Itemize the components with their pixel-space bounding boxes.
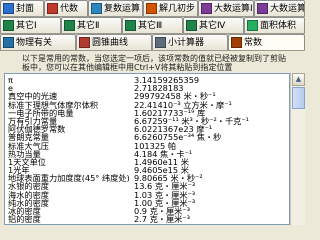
scroll-up-icon: ▲ [295,75,302,83]
complex-icon [91,3,102,14]
constant-name: 海水的密度 [8,190,49,199]
tab-area-volume[interactable]: 面积体积 [244,17,305,33]
constant-value: 6.0221367e23 摩⁻¹ [134,125,213,134]
info-line-2: 板中，您可以在其他编辑框中用Ctrl+V将其粘贴到指定位置 [22,63,233,72]
tab-row-function [0,37,305,53]
tab-label: 其它Ⅳ [199,20,226,31]
misc-icon [3,20,14,31]
constant-values-column: 3.14159265359 2.71828183 299792458 米・秒⁻¹ 22… [134,76,289,223]
tab-label: 代数 [60,3,79,14]
constant-name: 水银的密度 [8,182,49,191]
constant-value: 1.60217733⁻¹⁹ 库 [134,108,206,117]
info-text: 以下是常用的常数，当您选定一项后，该项常数的值就已经被复制到了剪贴 板中，您可以… [0,54,305,72]
constant-value: 6.6260755e⁻³⁴ 焦・秒 [134,133,222,142]
tab-label: 复数运算 [104,3,141,14]
misc4-icon [186,20,197,31]
constant-name: 铝的密度 [8,215,41,224]
constant-value: 299792458 米・秒⁻¹ [134,92,216,101]
constant-name: 万有引力常量 [8,116,58,126]
constant-value: 4.184 焦・卡⁻¹ [134,149,193,158]
constant-value: 1.03 克・厘米⁻³ [134,190,196,199]
tab-label: 其它Ⅲ [138,20,163,31]
constants-list[interactable]: π e 真空中的光速 标准下理想气体摩尔体积 一电子所带的电量 万有引力常量 阿伏伽德罗常数… [4,73,290,225]
constant-name: 阿伏伽德罗常数 [8,125,66,134]
constant-value: 3.14159265359 [134,76,200,85]
tab-label: 其它Ⅱ [77,20,100,31]
constant-value: 9.4605e15 米 [134,166,189,175]
constant-name: 普朗克常量 [8,133,49,142]
scrollbar[interactable]: ▲ [290,73,305,225]
scroll-up-button[interactable]: ▲ [292,73,305,86]
constant-name: 1天文单位 [8,157,46,167]
constant-value: 2.7 克・厘米⁻³ [134,215,190,224]
constant-name: 热功当量 [8,149,41,158]
tab-misc-3[interactable]: 其它Ⅲ [122,17,183,33]
misc3-icon [125,20,136,31]
algebra-icon [47,3,58,14]
tab-analytic-geometry[interactable]: 解几初步 [143,0,198,16]
tab-label: 面积体积 [260,20,297,31]
constant-name: 标准下理想气体摩尔体积 [8,100,99,109]
tab-misc-1[interactable]: 其它Ⅰ [0,17,61,33]
tab-bignum-1[interactable]: 大数运算Ⅰ [198,0,254,16]
info-line-1: 以下是常用的常数，当您选定一项后，该项常数的值就已经被复制到了剪贴 [22,54,286,63]
constant-value: 6.67259⁻¹¹ 米³・秒⁻²・千克⁻¹ [134,116,249,126]
misc2-icon [64,20,75,31]
tab-cover[interactable]: 封面 [0,0,44,16]
constant-value: 2.71828183 [134,84,184,93]
constant-name: e [8,84,14,93]
tab-misc-4[interactable]: 其它Ⅳ [183,17,244,33]
tab-label: 封面 [16,3,35,14]
constant-name: 一电子所带的电量 [8,108,74,117]
tab-label: 其它Ⅰ [16,20,37,31]
constant-name: 1光年 [8,166,30,175]
tab-label: 解几初步 [159,3,196,14]
geometry-icon [146,3,157,14]
tab-complex[interactable]: 复数运算 [88,0,143,16]
tab-misc-2[interactable]: 其它Ⅱ [61,17,122,33]
constant-value: 1.00 克・厘米⁻³ [134,198,196,207]
constant-name: 纯水的密度 [8,198,49,207]
constant-name: 标准大气压 [8,141,49,150]
constant-value: 101325 帕 [134,141,177,150]
bignum-icon [201,3,212,14]
tab-bignum-2[interactable]: 大数运算Ⅱ [254,0,305,16]
constant-name: 真空中的光速 [8,92,58,101]
constant-value: 0.9 克・厘米⁻³ [134,207,190,216]
constant-value: 9.80665 米・秒⁻² [134,174,203,183]
constant-name: 冰的密度 [8,207,41,216]
constant-value: 1.4960e11 米 [134,157,189,167]
constant-names-column: π e 真空中的光速 标准下理想气体摩尔体积 一电子所带的电量 万有引力常量 阿伏伽德罗常数… [8,76,138,223]
tab-row-2: 其它Ⅰ 其它Ⅱ 其它Ⅲ 其它Ⅳ 面积体积 [0,17,305,33]
constant-name: 地球表面重力加度度(45° 纬度处) [8,174,130,183]
scroll-thumb[interactable] [292,87,305,109]
constant-value: 22.41410⁻³ 立方米・摩⁻¹ [134,100,232,109]
area-icon [247,20,258,31]
tab-label: 大数运算Ⅱ [270,3,304,14]
bignum2-icon [257,3,268,14]
constant-value: 13.6 克・厘米⁻³ [134,182,196,191]
tab-label: 大数运算Ⅰ [214,3,253,14]
cover-icon [3,3,14,14]
tab-algebra[interactable]: 代数 [44,0,88,16]
tab-row-1: 封面 代数 复数运算 解几初步 大数运算Ⅰ 大数运算Ⅱ [0,0,305,16]
constant-name: π [8,76,13,85]
